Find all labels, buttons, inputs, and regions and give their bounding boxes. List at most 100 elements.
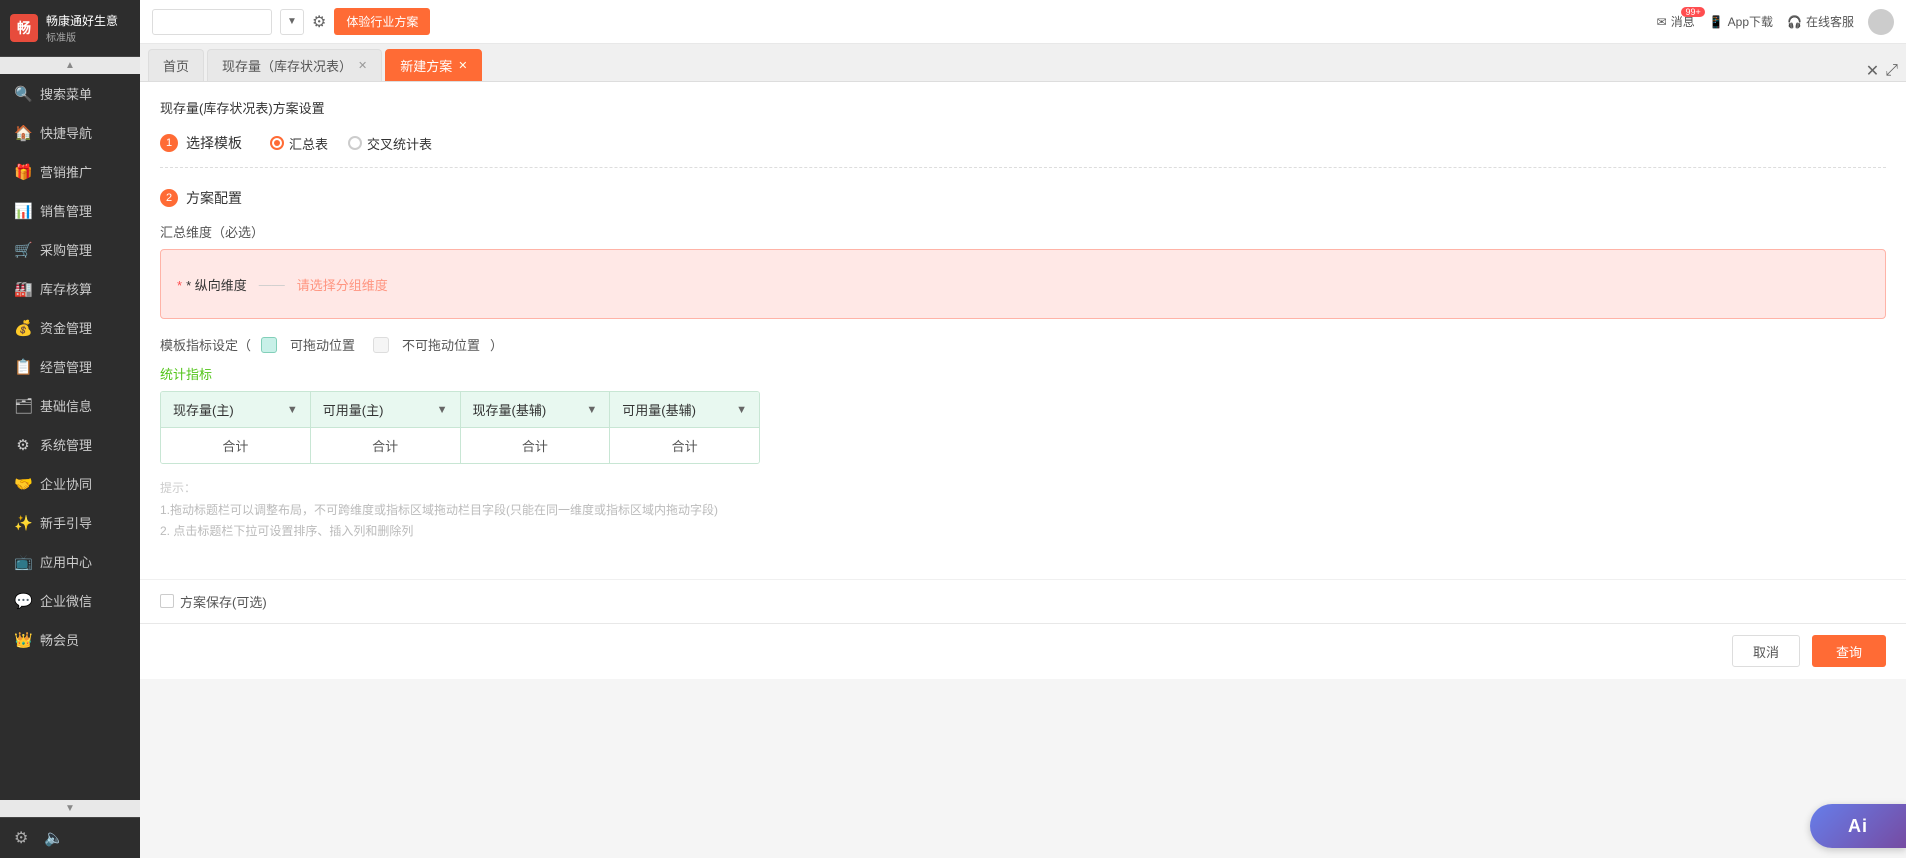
scroll-up-icon[interactable]: ▲ [65,60,75,71]
dim-row: ** 纵向维度 —— 请选择分组维度 [177,275,388,294]
main-area: ▼ ⚙ 体验行业方案 ✉ 消息 99+ 📱 App下载 🎧 在线客服 首页 [140,0,1906,858]
sidebar-item-search[interactable]: 🔍 搜索菜单 [0,74,140,113]
radio-summary-circle [270,136,284,150]
sidebar-footer: ⚙ 🔈 [0,817,140,858]
message-badge: 99+ [1681,7,1704,17]
user-avatar[interactable] [1868,9,1894,35]
message-btn[interactable]: ✉ 消息 99+ [1657,13,1695,30]
tab-new-scheme-close[interactable]: ✕ [458,59,467,72]
stat-col-label-0: 现存量(主) [173,400,234,419]
sidebar-item-basic-info[interactable]: 🗂 基础信息 [0,386,140,425]
sidebar-item-collab[interactable]: 🤝 企业协同 [0,464,140,503]
stat-col-header-1[interactable]: 可用量(主) ▼ [311,392,461,427]
sidebar-item-label: 资金管理 [40,318,92,337]
tab-new-scheme-label: 新建方案 [400,56,452,75]
stat-col-header-3[interactable]: 可用量(基辅) ▼ [610,392,759,427]
topbar-dropdown-btn[interactable]: ▼ [280,9,304,35]
topbar-gear-icon[interactable]: ⚙ [312,12,326,32]
sidebar-item-quicknav[interactable]: 🏠 快捷导航 [0,113,140,152]
sidebar-item-system[interactable]: ⚙ 系统管理 [0,425,140,464]
close-window-btn[interactable]: ✕ [1866,61,1879,81]
movable-badge [261,337,277,353]
query-btn[interactable]: 查询 [1812,635,1886,667]
radio-summary-label: 汇总表 [289,134,328,153]
dim-required-star: ** 纵向维度 [177,275,247,294]
guide-icon: ✨ [14,514,32,532]
content-area: 现存量(库存状况表)方案设置 1 选择模板 汇总表 交叉统计表 [140,82,1906,858]
dim-box[interactable]: ** 纵向维度 —— 请选择分组维度 [160,249,1886,319]
sidebar-item-label: 畅会员 [40,630,79,649]
col-arrow-2[interactable]: ▼ [586,404,597,416]
info-icon: 🗂 [14,397,32,415]
scroll-up-area[interactable]: ▲ [0,57,140,74]
sidebar-item-label: 快捷导航 [40,123,92,142]
scroll-down-area[interactable]: ▼ [0,800,140,817]
section2-num: 2 [160,189,178,207]
sidebar-item-guide[interactable]: ✨ 新手引导 [0,503,140,542]
sidebar-item-label: 系统管理 [40,435,92,454]
stat-col-label-3: 可用量(基辅) [622,400,696,419]
col-arrow-1[interactable]: ▼ [437,404,448,416]
mobile-icon: 📱 [1709,15,1724,29]
sidebar-item-label: 企业协同 [40,474,92,493]
collab-icon: 🤝 [14,475,32,493]
settings-icon[interactable]: ⚙ [14,828,28,848]
online-service-label: 在线客服 [1806,13,1854,30]
stat-title: 统计指标 [160,364,1886,383]
section2-title: 方案配置 [186,188,242,208]
home-icon: 🏠 [14,124,32,142]
money-icon: 💰 [14,319,32,337]
sidebar-item-label: 企业微信 [40,591,92,610]
cancel-btn[interactable]: 取消 [1732,635,1800,667]
stat-col-header-2[interactable]: 现存量(基辅) ▼ [461,392,611,427]
sidebar-item-purchase[interactable]: 🛒 采购管理 [0,230,140,269]
save-checkbox[interactable] [160,594,174,608]
template-radio-group: 汇总表 交叉统计表 [270,134,432,153]
ai-float-btn[interactable]: Ai [1810,804,1906,848]
sidebar-item-inventory[interactable]: 🏭 库存核算 [0,269,140,308]
col-arrow-0[interactable]: ▼ [287,404,298,416]
sidebar-item-operations[interactable]: 📋 经营管理 [0,347,140,386]
tip-item-0: 1.拖动标题栏可以调整布局，不可跨维度或指标区域拖动栏目字段(只能在同一维度或指… [160,500,1886,522]
stat-table: 现存量(主) ▼ 可用量(主) ▼ 现存量(基辅) ▼ [160,391,760,464]
sidebar-item-app-center[interactable]: 📺 应用中心 [0,542,140,581]
sidebar-item-vip[interactable]: 👑 畅会员 [0,620,140,659]
col-arrow-3[interactable]: ▼ [736,404,747,416]
save-label: 方案保存(可选) [180,592,267,611]
app-download-btn[interactable]: 📱 App下载 [1709,13,1773,30]
sidebar-item-label: 销售管理 [40,201,92,220]
content-panel: 现存量(库存状况表)方案设置 1 选择模板 汇总表 交叉统计表 [140,82,1906,579]
tab-inventory[interactable]: 现存量（库存状况表） ✕ [207,49,382,81]
section-template: 1 选择模板 汇总表 交叉统计表 [160,133,1886,168]
bottom-bar: 取消 查询 [140,623,1906,679]
sidebar-item-finance[interactable]: 💰 资金管理 [0,308,140,347]
stat-body-1: 合计 [311,428,461,463]
radio-cross-circle [348,136,362,150]
operations-icon: 📋 [14,358,32,376]
app-name: 畅康通好生意 [46,12,118,29]
topbar-search-input[interactable] [152,9,272,35]
online-service-btn[interactable]: 🎧 在线客服 [1787,13,1854,30]
sidebar-item-label: 新手引导 [40,513,92,532]
sidebar-item-label: 采购管理 [40,240,92,259]
stat-col-header-0[interactable]: 现存量(主) ▼ [161,392,311,427]
save-row: 方案保存(可选) [140,579,1906,623]
volume-icon[interactable]: 🔈 [44,828,64,848]
dim-label: 汇总维度（必选） [160,222,1886,241]
sidebar-item-wechat[interactable]: 💬 企业微信 [0,581,140,620]
scroll-down-icon[interactable]: ▼ [65,803,75,814]
app-edition: 标准版 [46,29,118,44]
tab-home[interactable]: 首页 [148,49,204,81]
radio-cross-table[interactable]: 交叉统计表 [348,134,432,153]
tab-inventory-close[interactable]: ✕ [358,59,367,72]
stat-body-0: 合计 [161,428,311,463]
sidebar-item-marketing[interactable]: 🎁 营销推广 [0,152,140,191]
trial-btn[interactable]: 体验行业方案 [334,8,430,35]
sidebar-item-sales[interactable]: 📊 销售管理 [0,191,140,230]
fixed-badge [373,337,389,353]
tab-new-scheme[interactable]: 新建方案 ✕ [385,49,482,81]
expand-window-btn[interactable]: ⤢ [1885,62,1898,80]
gift-icon: 🎁 [14,163,32,181]
stat-body-2: 合计 [461,428,611,463]
radio-summary-table[interactable]: 汇总表 [270,134,328,153]
